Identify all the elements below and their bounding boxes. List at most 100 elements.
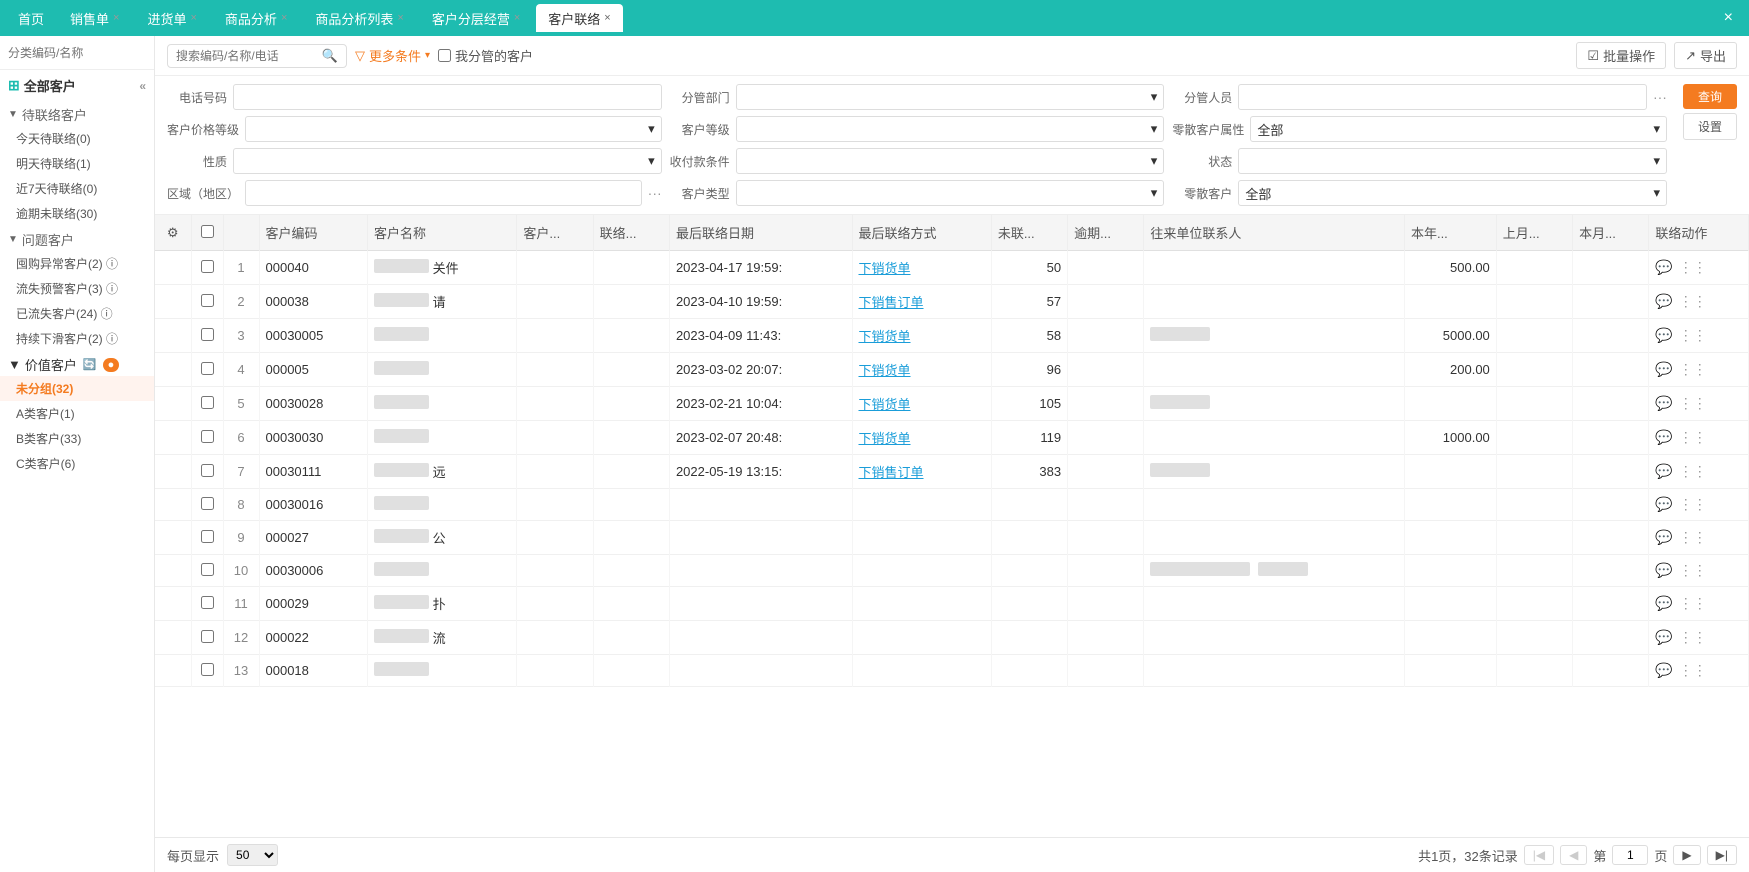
more-icon[interactable]: ⋮⋮ bbox=[1679, 395, 1707, 412]
sidebar-item-class-b[interactable]: B类客户(33) bbox=[0, 426, 154, 451]
last-method-cell[interactable]: 下销货单 bbox=[852, 387, 991, 421]
sidebar-item-today[interactable]: 今天待联络(0) bbox=[0, 126, 154, 151]
row-checkbox[interactable] bbox=[201, 328, 214, 341]
prev-page-btn[interactable]: ◀ bbox=[1560, 845, 1587, 865]
more-icon[interactable]: ⋮⋮ bbox=[1679, 562, 1707, 579]
manager-dots[interactable]: ··· bbox=[1653, 89, 1667, 105]
row-checkbox[interactable] bbox=[201, 294, 214, 307]
last-method-cell[interactable]: 下销货单 bbox=[852, 353, 991, 387]
row-checkbox[interactable] bbox=[201, 260, 214, 273]
last-method-link[interactable]: 下销货单 bbox=[859, 431, 911, 446]
filter-search-input[interactable] bbox=[176, 49, 318, 63]
next-page-btn[interactable]: ▶ bbox=[1673, 845, 1700, 865]
message-icon[interactable]: 💬 bbox=[1655, 463, 1672, 480]
last-method-cell[interactable]: 下销售订单 bbox=[852, 455, 991, 489]
query-button[interactable]: 查询 bbox=[1683, 84, 1737, 109]
sidebar-group-value[interactable]: ▼ 价值客户 🔄 ● bbox=[0, 351, 154, 376]
last-method-link[interactable]: 下销货单 bbox=[859, 329, 911, 344]
message-icon[interactable]: 💬 bbox=[1655, 529, 1672, 546]
nav-tab-analysis-list[interactable]: 商品分析列表 × bbox=[303, 4, 415, 32]
message-icon[interactable]: 💬 bbox=[1655, 259, 1672, 276]
check-cell[interactable] bbox=[191, 285, 223, 319]
last-method-link[interactable]: 下销售订单 bbox=[859, 465, 924, 480]
last-method-cell[interactable] bbox=[852, 521, 991, 555]
sidebar-item-overdue[interactable]: 逾期未联络(30) bbox=[0, 201, 154, 226]
page-input[interactable] bbox=[1612, 845, 1648, 865]
filter-search-icon[interactable]: 🔍 bbox=[322, 48, 338, 64]
payment-select[interactable] bbox=[736, 148, 1165, 174]
message-icon[interactable]: 💬 bbox=[1655, 562, 1672, 579]
row-checkbox[interactable] bbox=[201, 464, 214, 477]
per-page-select[interactable]: 50 100 bbox=[227, 844, 278, 866]
sidebar-item-churned[interactable]: 已流失客户(24) ⓘ bbox=[0, 301, 154, 326]
sidebar-item-class-c[interactable]: C类客户(6) bbox=[0, 451, 154, 476]
batch-operation-btn[interactable]: ☑ 批量操作 bbox=[1576, 42, 1666, 69]
more-icon[interactable]: ⋮⋮ bbox=[1679, 293, 1707, 310]
row-checkbox[interactable] bbox=[201, 530, 214, 543]
sidebar-search-input[interactable] bbox=[8, 46, 155, 60]
overdue-col-header[interactable]: 逾期... bbox=[1068, 215, 1144, 251]
contact-person-col-header[interactable]: 往来单位联系人 bbox=[1144, 215, 1405, 251]
nav-tab-analysis[interactable]: 商品分析 × bbox=[213, 4, 299, 32]
check-cell[interactable] bbox=[191, 655, 223, 687]
last-method-cell[interactable] bbox=[852, 587, 991, 621]
message-icon[interactable]: 💬 bbox=[1655, 629, 1672, 646]
last-month-col-header[interactable]: 上月... bbox=[1496, 215, 1572, 251]
message-icon[interactable]: 💬 bbox=[1655, 595, 1672, 612]
last-date-col-header[interactable]: 最后联络日期 bbox=[669, 215, 852, 251]
my-customers-checkbox[interactable]: 我分管的客户 bbox=[438, 46, 533, 65]
message-icon[interactable]: 💬 bbox=[1655, 327, 1672, 344]
reset-button[interactable]: 设置 bbox=[1683, 113, 1737, 140]
last-method-cell[interactable] bbox=[852, 655, 991, 687]
sidebar-item-tomorrow[interactable]: 明天待联络(1) bbox=[0, 151, 154, 176]
more-icon[interactable]: ⋮⋮ bbox=[1679, 361, 1707, 378]
sidebar-all-customers[interactable]: ⊞ 全部客户 « bbox=[0, 70, 154, 101]
manager-select[interactable] bbox=[1238, 84, 1647, 110]
row-checkbox[interactable] bbox=[201, 630, 214, 643]
message-icon[interactable]: 💬 bbox=[1655, 395, 1672, 412]
check-cell[interactable] bbox=[191, 251, 223, 285]
row-checkbox[interactable] bbox=[201, 663, 214, 676]
nav-tab-purchase[interactable]: 进货单 × bbox=[135, 4, 208, 32]
phone-input[interactable] bbox=[233, 84, 662, 110]
sidebar-item-declining[interactable]: 持续下滑客户(2) ⓘ bbox=[0, 326, 154, 351]
close-sales-tab[interactable]: × bbox=[113, 12, 119, 24]
last-method-cell[interactable]: 下销货单 bbox=[852, 319, 991, 353]
select-all-checkbox[interactable] bbox=[201, 225, 214, 238]
last-method-cell[interactable]: 下销货单 bbox=[852, 251, 991, 285]
row-checkbox[interactable] bbox=[201, 430, 214, 443]
more-icon[interactable]: ⋮⋮ bbox=[1679, 259, 1707, 276]
retail-attr-select[interactable]: 全部 bbox=[1250, 116, 1667, 142]
name-col-header[interactable]: 客户名称 bbox=[367, 215, 516, 251]
check-cell[interactable] bbox=[191, 353, 223, 387]
check-cell[interactable] bbox=[191, 319, 223, 353]
message-icon[interactable]: 💬 bbox=[1655, 496, 1672, 513]
first-page-btn[interactable]: |◀ bbox=[1524, 845, 1554, 865]
last-method-link[interactable]: 下销售订单 bbox=[859, 295, 924, 310]
check-cell[interactable] bbox=[191, 555, 223, 587]
last-method-link[interactable]: 下销货单 bbox=[859, 363, 911, 378]
contact-col-header[interactable]: 联络... bbox=[593, 215, 669, 251]
check-cell[interactable] bbox=[191, 387, 223, 421]
region-dots[interactable]: ··· bbox=[648, 185, 662, 201]
close-analysis-list-tab[interactable]: × bbox=[397, 12, 403, 24]
customer-type-select[interactable] bbox=[736, 180, 1165, 206]
more-icon[interactable]: ⋮⋮ bbox=[1679, 496, 1707, 513]
sidebar-item-7days[interactable]: 近7天待联络(0) bbox=[0, 176, 154, 201]
last-method-link[interactable]: 下销货单 bbox=[859, 397, 911, 412]
export-btn[interactable]: ↗ 导出 bbox=[1674, 42, 1737, 69]
this-month-col-header[interactable]: 本月... bbox=[1573, 215, 1649, 251]
price-level-select[interactable] bbox=[245, 116, 662, 142]
my-customers-check[interactable] bbox=[438, 49, 451, 62]
more-icon[interactable]: ⋮⋮ bbox=[1679, 595, 1707, 612]
nav-tab-customer-tier[interactable]: 客户分层经营 × bbox=[420, 4, 532, 32]
check-col-header[interactable] bbox=[191, 215, 223, 251]
nav-tab-customer-contact[interactable]: 客户联络 × bbox=[536, 4, 622, 32]
type-col-header[interactable]: 客户... bbox=[517, 215, 593, 251]
last-method-cell[interactable] bbox=[852, 555, 991, 587]
dept-select[interactable] bbox=[736, 84, 1165, 110]
last-method-cell[interactable]: 下销售订单 bbox=[852, 285, 991, 319]
more-icon[interactable]: ⋮⋮ bbox=[1679, 629, 1707, 646]
nature-select[interactable] bbox=[233, 148, 662, 174]
check-cell[interactable] bbox=[191, 421, 223, 455]
